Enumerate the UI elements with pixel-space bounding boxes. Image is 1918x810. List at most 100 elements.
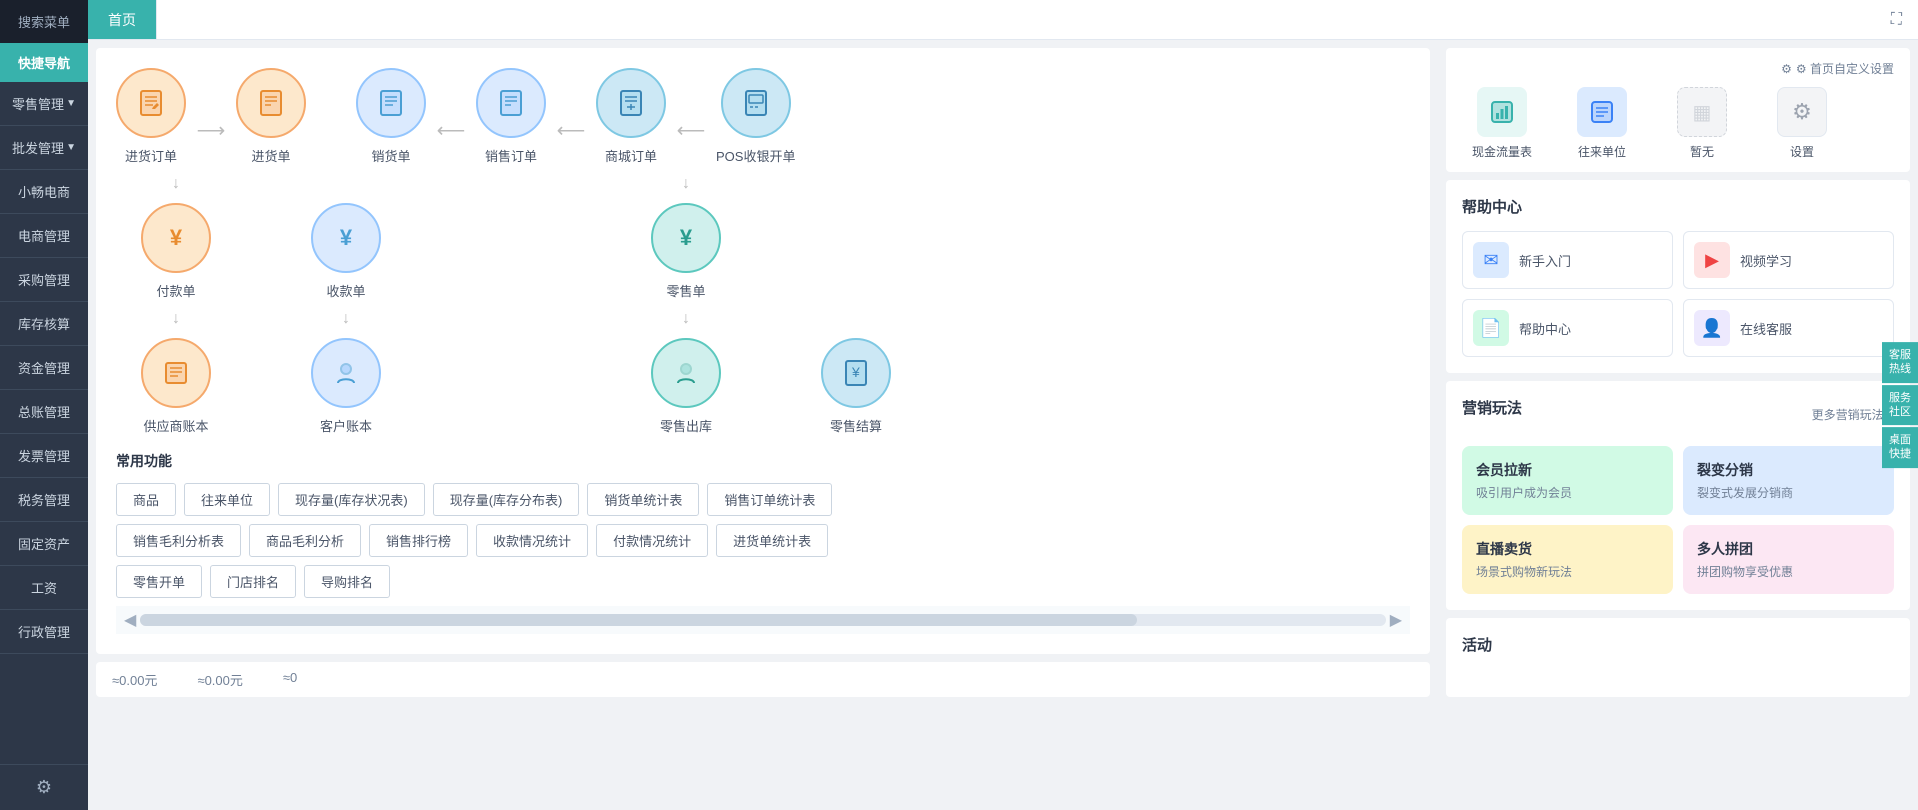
func-btn-product[interactable]: 商品 [116,483,176,516]
node-label-purchase-order: 进货订单 [125,146,177,165]
func-btn-retail-order[interactable]: 零售开单 [116,565,202,598]
common-functions-row3: 零售开单 门店排名 导购排名 [116,565,1410,598]
marketing-item-live[interactable]: 直播卖货 场景式购物新玩法 [1462,525,1673,594]
node-icon-purchase [236,68,306,138]
common-functions-section: 常用功能 商品 往来单位 现存量(库存状况表) 现存量(库存分布表) 销货单统计… [116,451,1410,598]
sidebar-search[interactable]: 搜索菜单 [0,0,88,43]
node-icon-retail-order: ¥ [651,203,721,273]
node-purchase-order[interactable]: 进货订单 [116,68,186,165]
arrow-down-receipt: ↓ [342,304,350,334]
beginner-label: 新手入门 [1519,251,1571,270]
sidebar-item-admin[interactable]: 行政管理 [0,610,88,654]
node-label-receipt: 收款单 [326,281,365,300]
main-panel: 进货订单 ⟶ 进货单 [88,40,1438,810]
node-label-retail-order: 零售单 [666,281,705,300]
fullscreen-button[interactable]: ⛶ [1891,11,1902,29]
scroll-right-button[interactable]: ▶ [1390,610,1402,630]
quick-icon-settings[interactable]: ⚙ 设置 [1762,87,1842,160]
node-retail-settlement[interactable]: ¥ 零售结算 [796,338,916,435]
sidebar-item-assets[interactable]: 固定资产 [0,522,88,566]
sidebar-item-invoice[interactable]: 发票管理 [0,434,88,478]
help-item-beginner[interactable]: ✉ 新手入门 [1462,231,1673,289]
node-sales[interactable]: 销货单 [356,68,426,165]
node-mall-order[interactable]: 商城订单 [596,68,666,165]
bottom-info-bar: ≈0.00元 ≈0.00元 ≈0 [96,662,1430,697]
func-btn-purchase-stats[interactable]: 进货单统计表 [716,524,828,557]
quick-icon-none: ▦ 暂无 [1662,87,1742,160]
sidebar-settings-icon[interactable]: ⚙ [0,764,88,810]
node-label-mall-order: 商城订单 [605,146,657,165]
help-item-service[interactable]: 👤 在线客服 [1683,299,1894,357]
func-btn-receipt-stats[interactable]: 收款情况统计 [476,524,588,557]
func-btn-contacts[interactable]: 往来单位 [184,483,270,516]
node-supplier-ledger[interactable]: 供应商账本 [116,338,236,435]
func-btn-store-rank[interactable]: 门店排名 [210,565,296,598]
sidebar-item-ledger[interactable]: 总账管理 [0,390,88,434]
arrow-left-3: ⟵ [666,118,716,143]
customize-link-text: ⚙ 首页自定义设置 [1796,60,1894,77]
settings-icon-box: ⚙ [1777,87,1827,137]
node-retail-outbound[interactable]: 零售出库 [626,338,746,435]
node-pos[interactable]: POS收银开单 [716,68,795,165]
scroll-left-button[interactable]: ◀ [124,610,136,630]
bottom-info-3: ≈0 [283,670,297,689]
node-payment[interactable]: ¥ 付款单 [116,203,236,300]
func-btn-sales-stats[interactable]: 销货单统计表 [587,483,699,516]
sidebar-item-wholesale[interactable]: 批发管理 ▼ [0,126,88,170]
quick-icons-header: ⚙ ⚙ 首页自定义设置 [1462,60,1894,77]
sidebar-item-purchase[interactable]: 采购管理 [0,258,88,302]
homepage-customize-link[interactable]: ⚙ ⚙ 首页自定义设置 [1781,60,1894,77]
help-item-help[interactable]: 📄 帮助中心 [1462,299,1673,357]
func-btn-order-stats[interactable]: 销售订单统计表 [707,483,832,516]
beginner-icon: ✉ [1473,242,1509,278]
tab-home[interactable]: 首页 [88,0,157,39]
marketing-item-fission[interactable]: 裂变分销 裂变式发展分销商 [1683,446,1894,515]
content-area: 进货订单 ⟶ 进货单 [88,40,1918,810]
float-btn-service[interactable]: 客服热线 [1882,342,1918,383]
sidebar-item-finance[interactable]: 资金管理 [0,346,88,390]
marketing-live-desc: 场景式购物新玩法 [1476,563,1659,580]
sidebar-item-inventory[interactable]: 库存核算 [0,302,88,346]
sidebar-item-salary[interactable]: 工资 [0,566,88,610]
marketing-fission-title: 裂变分销 [1697,460,1880,480]
node-customer-ledger[interactable]: 客户账本 [286,338,406,435]
sidebar-item-retail[interactable]: 零售管理 ▼ [0,82,88,126]
quick-icons-row: 现金流量表 往来单位 ▦ 暂无 [1462,87,1894,160]
node-label-sales: 销货单 [371,146,410,165]
float-btn-community[interactable]: 服务社区 [1882,385,1918,426]
node-label-retail-settlement: 零售结算 [830,416,882,435]
func-btn-stock-dist[interactable]: 现存量(库存分布表) [433,483,580,516]
node-icon-sales-order [476,68,546,138]
bottom-info-2: ≈0.00元 [197,670,242,689]
func-btn-payment-stats[interactable]: 付款情况统计 [596,524,708,557]
func-btn-sales-rank[interactable]: 销售排行榜 [369,524,468,557]
node-sales-order[interactable]: 销售订单 [476,68,546,165]
sidebar-item-ecom[interactable]: 小畅电商 [0,170,88,214]
node-icon-payment: ¥ [141,203,211,273]
func-btn-guide-rank[interactable]: 导购排名 [304,565,390,598]
help-item-video[interactable]: ▶ 视频学习 [1683,231,1894,289]
quick-icon-contacts[interactable]: 往来单位 [1562,87,1642,160]
sidebar-item-ecom-mgmt[interactable]: 电商管理 [0,214,88,258]
help-doc-icon: 📄 [1473,310,1509,346]
marketing-card: 营销玩法 更多营销玩法 > 会员拉新 吸引用户成为会员 裂变分销 裂变式发展分销… [1446,381,1910,610]
node-purchase[interactable]: 进货单 [236,68,306,165]
horizontal-scrollbar[interactable]: ◀ ▶ [116,606,1410,634]
sidebar-item-tax[interactable]: 税务管理 [0,478,88,522]
marketing-header: 营销玩法 更多营销玩法 > [1462,397,1894,432]
arrow-down-purchase-order: ↓ [172,169,180,199]
marketing-item-group[interactable]: 多人拼团 拼团购物享受优惠 [1683,525,1894,594]
marketing-member-desc: 吸引用户成为会员 [1476,484,1659,501]
bottom-info-1: ≈0.00元 [112,670,157,689]
gear-icon: ⚙ [1781,62,1792,76]
func-btn-profit-analysis[interactable]: 销售毛利分析表 [116,524,241,557]
node-retail-order[interactable]: ¥ 零售单 [626,203,746,300]
activity-card: 活动 [1446,618,1910,697]
float-btn-desktop[interactable]: 桌面快捷 [1882,427,1918,468]
flow-diagram-area: 进货订单 ⟶ 进货单 [96,48,1430,654]
node-receipt[interactable]: ¥ 收款单 [286,203,406,300]
func-btn-product-profit[interactable]: 商品毛利分析 [249,524,361,557]
marketing-item-member[interactable]: 会员拉新 吸引用户成为会员 [1462,446,1673,515]
func-btn-stock-status[interactable]: 现存量(库存状况表) [278,483,425,516]
quick-icon-cashflow[interactable]: 现金流量表 [1462,87,1542,160]
